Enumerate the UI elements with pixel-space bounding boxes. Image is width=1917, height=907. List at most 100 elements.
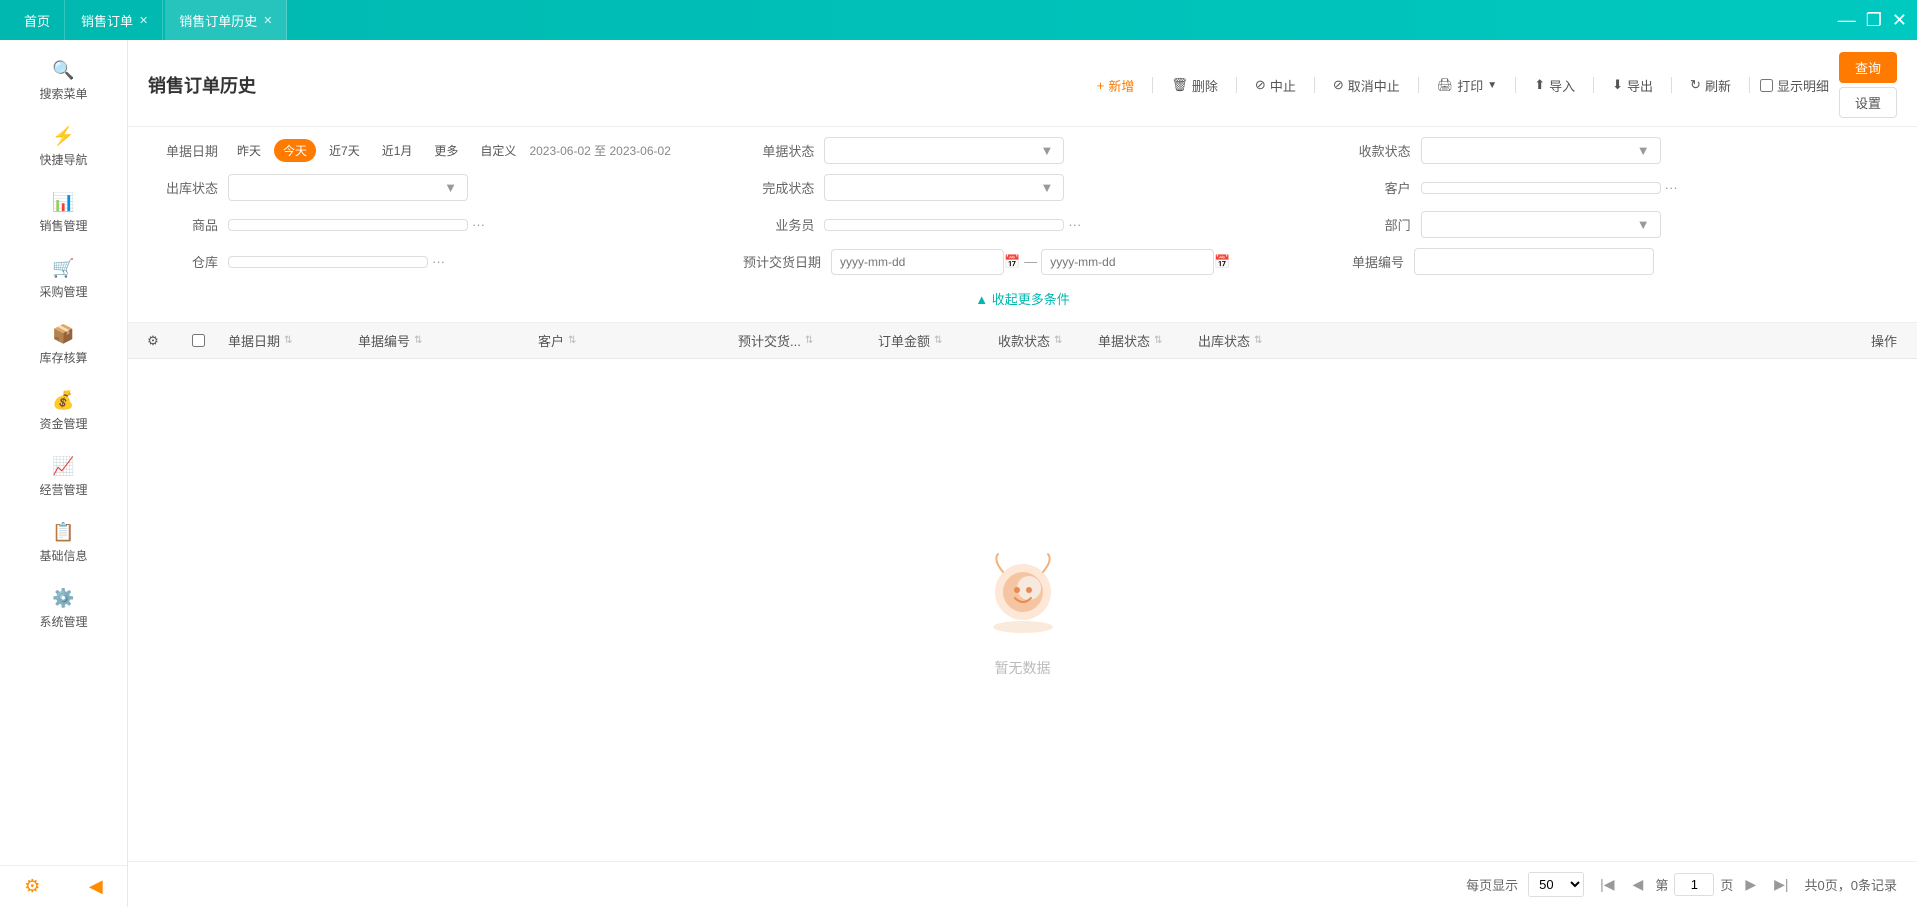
date-chip-more[interactable]: 更多 xyxy=(425,139,467,162)
export-button[interactable]: ⬇ 导出 xyxy=(1604,72,1661,99)
filter-customer-group: 客户 ··· xyxy=(1301,178,1897,197)
date-chip-1month[interactable]: 近1月 xyxy=(373,139,422,162)
display-detail-checkbox[interactable] xyxy=(1760,79,1773,92)
product-ellipsis-icon[interactable]: ··· xyxy=(468,217,489,232)
close-window-icon[interactable]: ✕ xyxy=(1892,10,1907,31)
page-header: 销售订单历史 + 新增 🗑 删除 ⊘ 中止 ⊘ xyxy=(128,40,1917,127)
tab-sales-order[interactable]: 销售订单 ✕ xyxy=(67,0,163,40)
customer-input[interactable] xyxy=(1421,182,1661,194)
tab-sales-order-history-label: 销售订单历史 xyxy=(179,11,257,30)
product-input[interactable] xyxy=(228,219,468,231)
date-chip-today[interactable]: 今天 xyxy=(274,139,316,162)
salesperson-ellipsis-icon[interactable]: ··· xyxy=(1064,217,1085,232)
stop-label: 中止 xyxy=(1270,76,1296,95)
restore-icon[interactable]: ❐ xyxy=(1866,10,1882,31)
divider4 xyxy=(1418,77,1419,93)
order-num-input[interactable] xyxy=(1414,248,1654,275)
toolbar: + 新增 🗑 删除 ⊘ 中止 ⊘ 取消中止 xyxy=(1089,52,1897,118)
stop-button[interactable]: ⊘ 中止 xyxy=(1247,72,1304,99)
page-number-input[interactable]: 1 xyxy=(1674,873,1714,896)
last-page-button[interactable]: ▶| xyxy=(1768,874,1794,895)
sidebar-collapse-icon[interactable]: ◀ xyxy=(89,876,103,897)
new-button[interactable]: + 新增 xyxy=(1089,72,1143,99)
order-status-select[interactable]: ▼ xyxy=(824,137,1064,164)
th-customer[interactable]: 客户 ⇅ xyxy=(528,331,728,350)
th-ordernum[interactable]: 单据编号 ⇅ xyxy=(348,331,528,350)
th-delivery[interactable]: 预计交货... ⇅ xyxy=(728,331,868,350)
salesperson-input[interactable] xyxy=(824,219,1064,231)
sidebar-item-search-menu[interactable]: 🔍 搜索菜单 xyxy=(0,50,127,112)
th-out-status-sort-icon[interactable]: ⇅ xyxy=(1254,335,1262,346)
next-page-button[interactable]: ▶ xyxy=(1739,874,1762,895)
sidebar-item-sys-mgmt[interactable]: ⚙️ 系统管理 xyxy=(0,578,127,640)
first-page-button[interactable]: |◀ xyxy=(1594,874,1620,895)
sidebar-item-quick-nav[interactable]: ⚡ 快捷导航 xyxy=(0,116,127,178)
th-receipt-sort-icon[interactable]: ⇅ xyxy=(1054,335,1062,346)
th-order-status[interactable]: 单据状态 ⇅ xyxy=(1088,331,1188,350)
out-status-select[interactable]: ▼ xyxy=(228,174,468,201)
th-settings[interactable]: ⚙ xyxy=(128,333,178,349)
customer-ellipsis-icon[interactable]: ··· xyxy=(1661,180,1682,195)
sidebar-item-inventory-check[interactable]: 📦 库存核算 xyxy=(0,314,127,376)
tab-sales-order-history[interactable]: 销售订单历史 ✕ xyxy=(165,0,287,40)
warehouse-input[interactable] xyxy=(228,256,428,268)
sidebar-item-fund-mgmt[interactable]: 💰 资金管理 xyxy=(0,380,127,442)
th-amount-sort-icon[interactable]: ⇅ xyxy=(934,335,942,346)
date-chip-custom[interactable]: 自定义 xyxy=(471,139,525,162)
inventory-check-icon: 📦 xyxy=(52,324,74,345)
sidebar-item-purchase-mgmt[interactable]: 🛒 采购管理 xyxy=(0,248,127,310)
filter-section: 单据日期 昨天 今天 近7天 近1月 更多 自定义 2023-06-02 至 2… xyxy=(128,127,1917,323)
tab-sales-order-close[interactable]: ✕ xyxy=(139,14,148,27)
delivery-date-to-calendar-icon[interactable]: 📅 xyxy=(1214,254,1230,270)
th-ordernum-sort-icon[interactable]: ⇅ xyxy=(414,335,422,346)
th-date[interactable]: 单据日期 ⇅ xyxy=(218,331,348,350)
settings-gear-icon[interactable]: ⚙ xyxy=(147,333,159,349)
sidebar-item-basic-info[interactable]: 📋 基础信息 xyxy=(0,512,127,574)
receipt-status-select[interactable]: ▼ xyxy=(1421,137,1661,164)
cancel-stop-button[interactable]: ⊘ 取消中止 xyxy=(1325,72,1408,99)
main-layout: 🔍 搜索菜单 ⚡ 快捷导航 📊 销售管理 🛒 采购管理 📦 库存核算 💰 资金管… xyxy=(0,40,1917,907)
display-detail-checkbox-label[interactable]: 显示明细 xyxy=(1760,76,1829,95)
import-button[interactable]: ⬆ 导入 xyxy=(1526,72,1583,99)
sidebar-settings-icon[interactable]: ⚙ xyxy=(24,876,40,897)
delete-button[interactable]: 🗑 删除 xyxy=(1163,72,1226,99)
settings-button[interactable]: 设置 xyxy=(1839,87,1897,118)
th-delivery-sort-icon[interactable]: ⇅ xyxy=(805,335,813,346)
th-receipt-status[interactable]: 收款状态 ⇅ xyxy=(988,331,1088,350)
collapse-bar[interactable]: ▲ 收起更多条件 xyxy=(148,285,1897,312)
per-page-select[interactable]: 50 100 200 xyxy=(1528,872,1584,897)
minimize-icon[interactable]: — xyxy=(1838,10,1856,31)
select-all-checkbox[interactable] xyxy=(192,334,205,347)
th-out-status-label: 出库状态 xyxy=(1198,331,1250,350)
divider8 xyxy=(1749,77,1750,93)
complete-status-select[interactable]: ▼ xyxy=(824,174,1064,201)
sidebar-item-sys-mgmt-label: 系统管理 xyxy=(39,613,87,630)
th-order-status-sort-icon[interactable]: ⇅ xyxy=(1154,335,1162,346)
delivery-date-to-input[interactable] xyxy=(1041,249,1214,275)
th-date-sort-icon[interactable]: ⇅ xyxy=(284,335,292,346)
th-out-status[interactable]: 出库状态 ⇅ xyxy=(1188,331,1308,350)
tab-home[interactable]: 首页 xyxy=(10,0,65,40)
delivery-date-from-calendar-icon[interactable]: 📅 xyxy=(1004,254,1020,270)
th-customer-sort-icon[interactable]: ⇅ xyxy=(568,335,576,346)
th-customer-label: 客户 xyxy=(538,331,564,350)
dept-select[interactable]: ▼ xyxy=(1421,211,1661,238)
query-button[interactable]: 查询 xyxy=(1839,52,1897,83)
sidebar-item-biz-mgmt[interactable]: 📈 经营管理 xyxy=(0,446,127,508)
tab-sales-order-history-close[interactable]: ✕ xyxy=(263,14,272,27)
warehouse-ellipsis-icon[interactable]: ··· xyxy=(428,254,449,269)
refresh-button[interactable]: ↻ 刷新 xyxy=(1682,72,1739,99)
print-button[interactable]: 🖨 打印 ▼ xyxy=(1429,72,1505,99)
delivery-date-from-input[interactable] xyxy=(831,249,1004,275)
sidebar-item-sales-mgmt[interactable]: 📊 销售管理 xyxy=(0,182,127,244)
date-chip-yesterday[interactable]: 昨天 xyxy=(228,139,270,162)
th-amount[interactable]: 订单金额 ⇅ xyxy=(868,331,988,350)
sidebar-item-sales-mgmt-label: 销售管理 xyxy=(39,217,87,234)
th-action-label: 操作 xyxy=(1871,331,1897,350)
page-label: 第 xyxy=(1655,875,1668,894)
th-checkbox[interactable] xyxy=(178,334,218,347)
table-header: ⚙ 单据日期 ⇅ 单据编号 ⇅ 客户 ⇅ 预计交货... xyxy=(128,323,1917,359)
prev-page-button[interactable]: ◀ xyxy=(1627,874,1650,895)
date-chip-7days[interactable]: 近7天 xyxy=(320,139,369,162)
page-navigation: |◀ ◀ 第 1 页 ▶ ▶| xyxy=(1594,873,1794,896)
